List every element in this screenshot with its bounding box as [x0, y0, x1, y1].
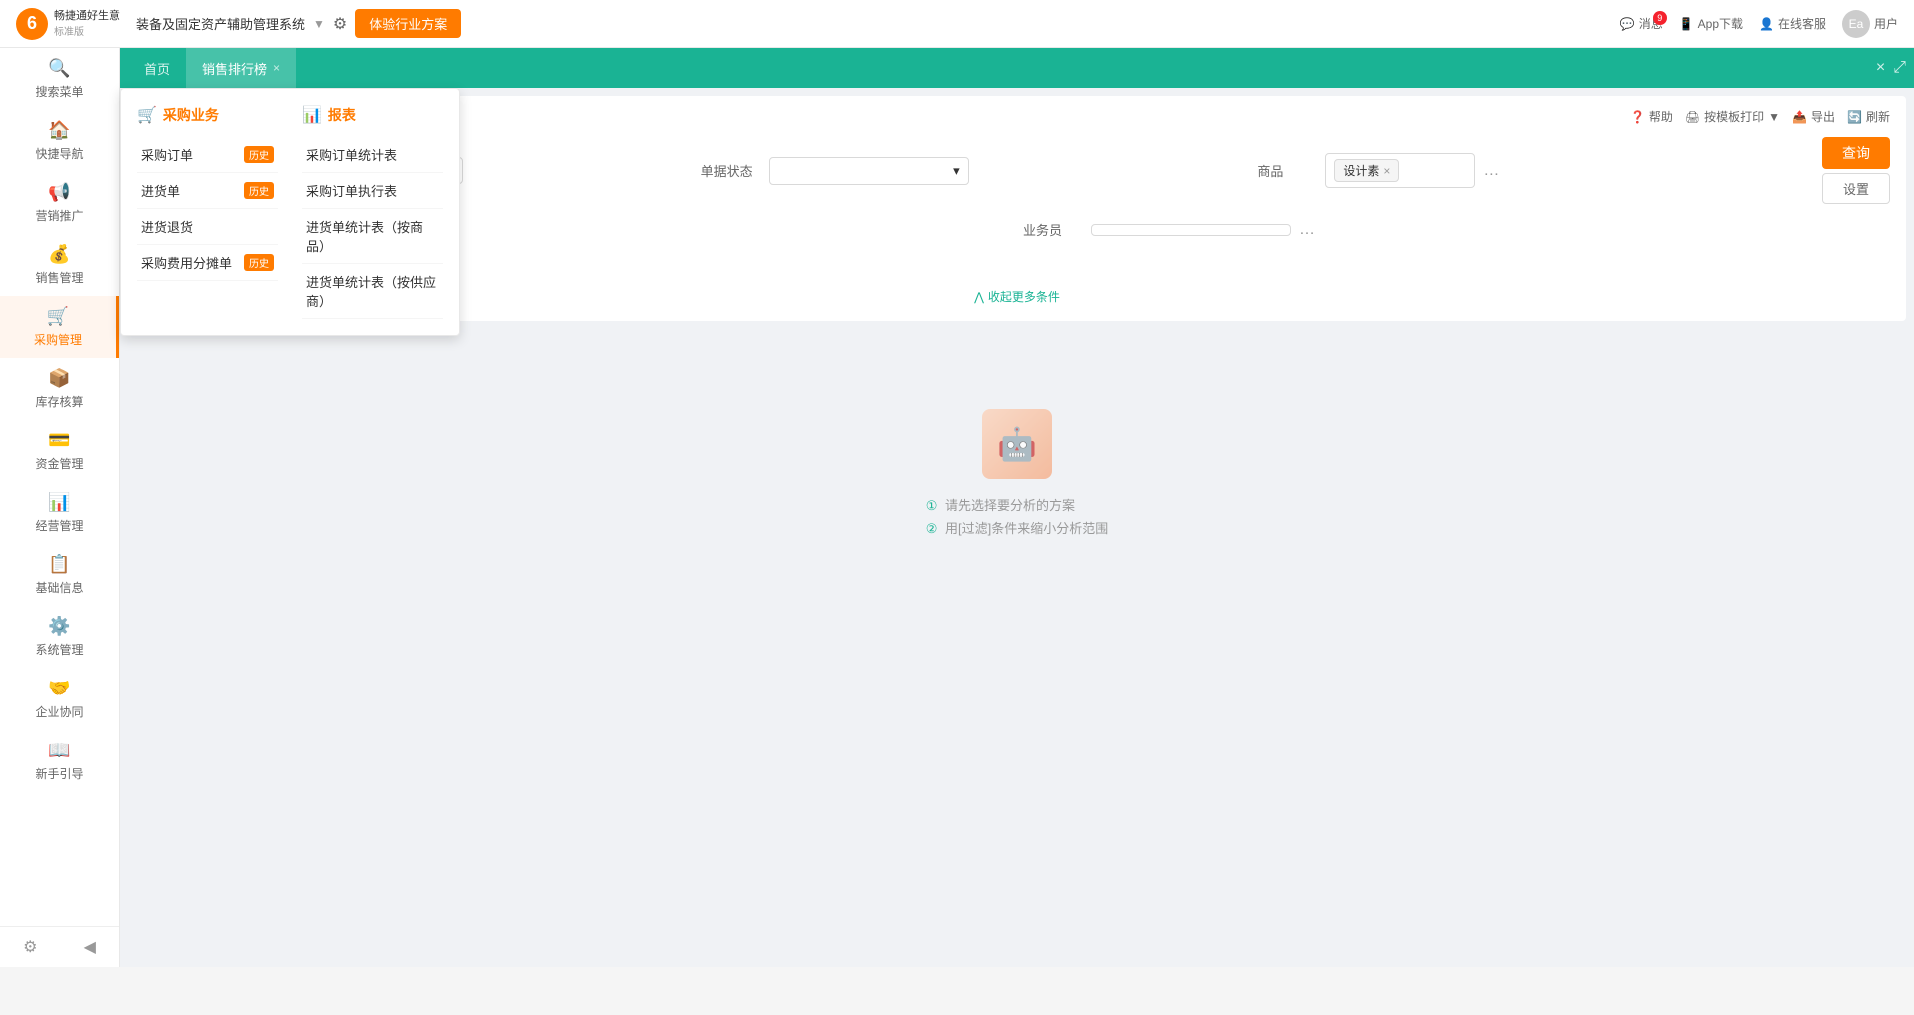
sidebar-item-basic[interactable]: 📋 基础信息 — [0, 544, 119, 606]
sidebar-item-guide[interactable]: 📖 新手引导 — [0, 730, 119, 792]
finance-icon: 💳 — [48, 430, 70, 451]
guide-icon: 📖 — [48, 740, 70, 761]
header-right: 💬 消息 9 📱 App下载 👤 在线客服 Ea 用户 — [1620, 10, 1898, 38]
report-goods-by-supplier-item[interactable]: 进货单统计表（按供应商） — [302, 264, 443, 319]
history-badge-0: 历史 — [244, 146, 274, 163]
sidebar-item-search[interactable]: 🔍 搜索菜单 — [0, 48, 119, 110]
logo-icon: 6 — [16, 8, 48, 40]
logo-sub: 标准版 — [54, 23, 120, 38]
avatar: Ea — [1842, 10, 1870, 38]
industry-button[interactable]: 体验行业方案 — [355, 9, 461, 38]
report-column: 📊 报表 采购订单统计表 采购订单执行表 进货单统计表（按商品） 进货单统计表（… — [302, 105, 443, 319]
top-header: 6 畅捷通好生意 标准版 装备及固定资产辅助管理系统 ▼ ⚙ 体验行业方案 💬 … — [0, 0, 1914, 48]
sidebar-bottom: ⚙ ◀ — [0, 926, 119, 967]
user-button[interactable]: Ea 用户 — [1842, 10, 1898, 38]
sidebar-item-finance[interactable]: 💳 资金管理 — [0, 420, 119, 482]
purchase-icon: 🛒 — [47, 306, 69, 327]
report-order-stat-item[interactable]: 采购订单统计表 — [302, 137, 443, 173]
report-goods-by-product-item[interactable]: 进货单统计表（按商品） — [302, 209, 443, 264]
purchase-order-item[interactable]: 采购订单 历史 — [137, 137, 278, 173]
phone-icon: 📱 — [1679, 17, 1694, 31]
home-icon: 🏠 — [48, 120, 70, 141]
service-icon: 👤 — [1759, 17, 1774, 31]
settings-icon[interactable]: ⚙ — [333, 14, 347, 34]
inventory-icon: 📦 — [48, 368, 70, 389]
dropdown-columns: 🛒 采购业务 采购订单 历史 进货单 历史 进货退货 采购费用分摊单 历史 — [137, 105, 443, 319]
sidebar-item-system[interactable]: ⚙️ 系统管理 — [0, 606, 119, 668]
purchase-return-item[interactable]: 进货退货 — [137, 209, 278, 245]
system-title: 装备及固定资产辅助管理系统 — [136, 14, 305, 33]
purchase-dropdown-menu: 🛒 采购业务 采购订单 历史 进货单 历史 进货退货 采购费用分摊单 历史 — [120, 88, 460, 336]
megaphone-icon: 📢 — [48, 182, 70, 203]
settings-bottom-icon[interactable]: ⚙ — [23, 937, 37, 957]
collab-icon: 🤝 — [48, 678, 70, 699]
sidebar-item-sales[interactable]: 💰 销售管理 — [0, 234, 119, 296]
message-button[interactable]: 💬 消息 9 — [1620, 15, 1663, 32]
sidebar-item-operation[interactable]: 📊 经营管理 — [0, 482, 119, 544]
purchase-goods-item[interactable]: 进货单 历史 — [137, 173, 278, 209]
sidebar-item-inventory[interactable]: 📦 库存核算 — [0, 358, 119, 420]
header-system: 装备及固定资产辅助管理系统 ▼ ⚙ 体验行业方案 — [136, 9, 1620, 38]
logo-text: 畅捷通好生意 — [54, 9, 120, 23]
report-icon: 📊 — [302, 105, 322, 125]
operation-icon: 📊 — [48, 492, 70, 513]
sales-icon: 💰 — [48, 244, 70, 265]
system-dropdown-icon[interactable]: ▼ — [313, 17, 325, 31]
app-download-button[interactable]: 📱 App下载 — [1679, 15, 1743, 32]
online-service-button[interactable]: 👤 在线客服 — [1759, 15, 1826, 32]
sidebar: 🔍 搜索菜单 🏠 快捷导航 📢 营销推广 💰 销售管理 🛒 采购管理 📦 库存核… — [0, 48, 120, 967]
history-badge-3: 历史 — [244, 254, 274, 271]
logo-area: 6 畅捷通好生意 标准版 — [16, 8, 136, 40]
collapse-sidebar-icon[interactable]: ◀ — [84, 937, 96, 957]
business-column: 🛒 采购业务 采购订单 历史 进货单 历史 进货退货 采购费用分摊单 历史 — [137, 105, 278, 319]
report-title: 📊 报表 — [302, 105, 443, 125]
sidebar-item-purchase[interactable]: 🛒 采购管理 — [0, 296, 119, 358]
search-icon: 🔍 — [48, 58, 70, 79]
basic-icon: 📋 — [48, 554, 70, 575]
report-order-exec-item[interactable]: 采购订单执行表 — [302, 173, 443, 209]
business-icon: 🛒 — [137, 105, 157, 125]
message-badge: 9 — [1653, 11, 1667, 25]
purchase-expense-item[interactable]: 采购费用分摊单 历史 — [137, 245, 278, 281]
business-title: 🛒 采购业务 — [137, 105, 278, 125]
dropdown-overlay: 🛒 采购业务 采购订单 历史 进货单 历史 进货退货 采购费用分摊单 历史 — [120, 48, 1914, 967]
sidebar-item-marketing[interactable]: 📢 营销推广 — [0, 172, 119, 234]
history-badge-1: 历史 — [244, 182, 274, 199]
sidebar-item-quick[interactable]: 🏠 快捷导航 — [0, 110, 119, 172]
message-icon: 💬 — [1620, 17, 1635, 31]
sidebar-item-collab[interactable]: 🤝 企业协同 — [0, 668, 119, 730]
system-icon: ⚙️ — [48, 616, 70, 637]
